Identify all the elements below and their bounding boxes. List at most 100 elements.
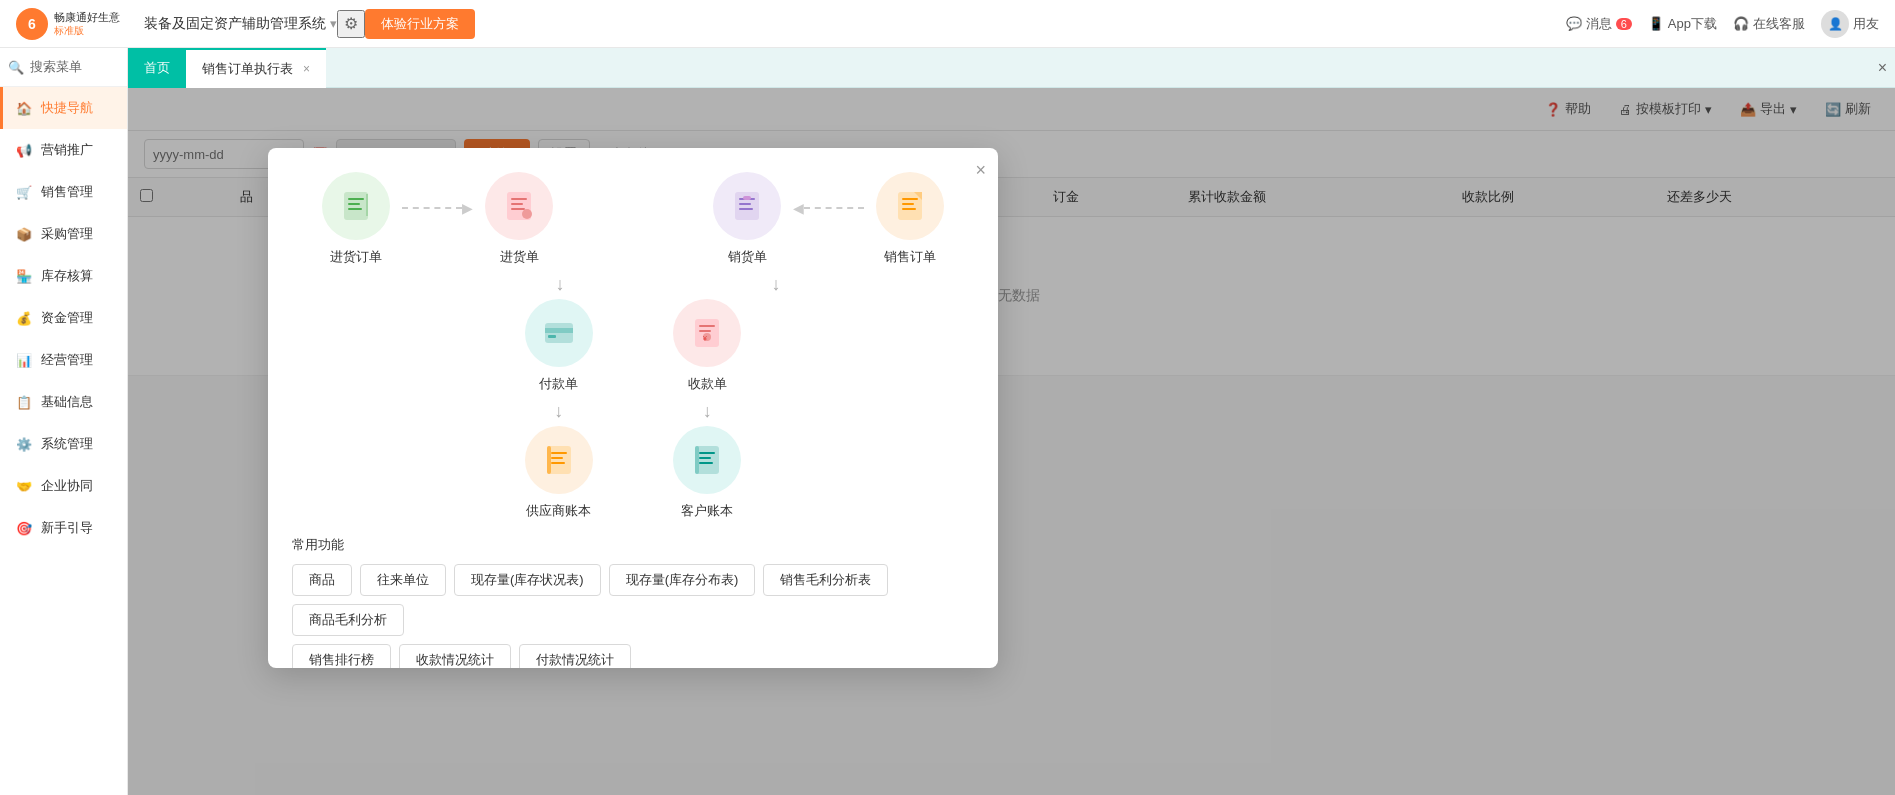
func-receipt-stats[interactable]: 收款情况统计: [399, 644, 511, 668]
headset-icon: 🎧: [1733, 16, 1749, 31]
svg-point-9: [522, 209, 532, 219]
message-btn[interactable]: 💬 消息 6: [1566, 15, 1632, 33]
svg-rect-36: [699, 462, 713, 464]
svg-rect-29: [551, 452, 567, 454]
customer-ledger-label: 客户账本: [681, 502, 733, 520]
enterprise-icon: 🤝: [15, 477, 33, 495]
sidebar-item-purchase[interactable]: 📦 采购管理: [0, 213, 127, 255]
svg-text:¥: ¥: [703, 335, 707, 342]
logo-text: 畅康通好生意 标准版: [54, 10, 120, 37]
experience-btn[interactable]: 体验行业方案: [365, 9, 475, 39]
supplier-ledger-icon: [525, 426, 593, 494]
svg-rect-31: [551, 462, 565, 464]
func-sales-ranking[interactable]: 销售排行榜: [292, 644, 391, 668]
modal-box: × 进货订单: [268, 148, 998, 668]
svg-rect-24: [699, 325, 715, 327]
sidebar-item-operations[interactable]: 📊 经营管理: [0, 339, 127, 381]
modal-overlay[interactable]: × 进货订单: [128, 88, 1895, 795]
tab-bar: 首页 销售订单执行表 × ×: [128, 48, 1895, 88]
purchase-icon: 📦: [15, 225, 33, 243]
func-sales-margin[interactable]: 销售毛利分析表: [763, 564, 888, 596]
sidebar-item-marketing[interactable]: 📢 营销推广: [0, 129, 127, 171]
flow-payment[interactable]: 付款单: [525, 299, 593, 393]
top-bar: 6 畅康通好生意 标准版 装备及固定资产辅助管理系统 ▾ ⚙ 体验行业方案 💬 …: [0, 0, 1895, 48]
svg-rect-22: [548, 335, 556, 338]
dropdown-arrow-icon[interactable]: ▾: [330, 16, 337, 31]
tab-close-icon[interactable]: ×: [303, 62, 310, 76]
main-content: ❓ 帮助 🖨 按模板打印 ▾ 📤 导出 ▾ 🔄: [128, 88, 1895, 795]
svg-rect-14: [743, 196, 751, 200]
tab-home[interactable]: 首页: [128, 48, 186, 88]
customer-ledger-icon: [673, 426, 741, 494]
purchase-order-label: 进货订单: [330, 248, 382, 266]
content-area: 首页 销售订单执行表 × × ❓ 帮助 🖨: [128, 48, 1895, 795]
flow-customer-ledger[interactable]: 客户账本: [673, 426, 741, 520]
svg-rect-21: [545, 328, 573, 333]
common-functions: 常用功能 商品 往来单位 现存量(库存状况表) 现存量(库存分布表) 销售毛利分…: [292, 536, 974, 668]
sales-bill-label: 销货单: [728, 248, 767, 266]
svg-rect-35: [699, 457, 711, 459]
func-stock-status[interactable]: 现存量(库存状况表): [454, 564, 601, 596]
svg-rect-2: [348, 203, 360, 205]
inventory-icon: 🏪: [15, 267, 33, 285]
gear-button[interactable]: ⚙: [337, 10, 365, 38]
logo-area: 6 畅康通好生意 标准版: [16, 8, 136, 40]
receipt-icon: ¥: [673, 299, 741, 367]
sales-order-label: 销售订单: [884, 248, 936, 266]
sidebar-item-guide[interactable]: 🎯 新手引导: [0, 507, 127, 549]
flow-sales-order[interactable]: 销售订单: [876, 172, 944, 266]
finance-icon: 💰: [15, 309, 33, 327]
svg-rect-18: [902, 208, 916, 210]
tab-close-corner[interactable]: ×: [1878, 59, 1887, 77]
flow-sales-bill[interactable]: 销货单: [713, 172, 781, 266]
func-stock-dist[interactable]: 现存量(库存分布表): [609, 564, 756, 596]
sidebar-item-enterprise[interactable]: 🤝 企业协同: [0, 465, 127, 507]
purchase-order-icon: [322, 172, 390, 240]
user-avatar[interactable]: 👤 用友: [1821, 10, 1879, 38]
sales-order-icon: [876, 172, 944, 240]
top-right-area: 💬 消息 6 📱 App下载 🎧 在线客服 👤 用友: [1566, 10, 1879, 38]
sidebar-item-system[interactable]: ⚙️ 系统管理: [0, 423, 127, 465]
flow-receipt[interactable]: ¥ 收款单: [673, 299, 741, 393]
svg-rect-3: [348, 208, 362, 210]
system-icon: ⚙️: [15, 435, 33, 453]
svg-rect-6: [511, 198, 527, 200]
sidebar-item-quick-nav[interactable]: 🏠 快捷导航: [0, 87, 127, 129]
func-counterpart[interactable]: 往来单位: [360, 564, 446, 596]
svg-rect-25: [699, 330, 711, 332]
marketing-icon: 📢: [15, 141, 33, 159]
sidebar-item-sales[interactable]: 🛒 销售管理: [0, 171, 127, 213]
modal-close-btn[interactable]: ×: [975, 160, 986, 181]
svg-rect-0: [344, 192, 368, 220]
func-goods[interactable]: 商品: [292, 564, 352, 596]
common-buttons-row1: 商品 往来单位 现存量(库存状况表) 现存量(库存分布表) 销售毛利分析表 商品…: [292, 564, 974, 636]
func-payment-stats[interactable]: 付款情况统计: [519, 644, 631, 668]
app-download-btn[interactable]: 📱 App下载: [1648, 15, 1717, 33]
phone-icon: 📱: [1648, 16, 1664, 31]
tab-sales-order[interactable]: 销售订单执行表 ×: [186, 48, 326, 88]
svg-rect-16: [902, 198, 918, 200]
func-goods-margin[interactable]: 商品毛利分析: [292, 604, 404, 636]
online-service-btn[interactable]: 🎧 在线客服: [1733, 15, 1805, 33]
receipt-label: 收款单: [688, 375, 727, 393]
flow-supplier-ledger[interactable]: 供应商账本: [525, 426, 593, 520]
sales-icon: 🛒: [15, 183, 33, 201]
svg-rect-17: [902, 203, 914, 205]
svg-rect-12: [739, 203, 751, 205]
svg-marker-4: [366, 194, 368, 216]
message-badge: 6: [1616, 18, 1632, 30]
svg-rect-13: [739, 208, 753, 210]
search-menu[interactable]: 🔍 搜索菜单: [0, 48, 127, 87]
sidebar-item-inventory[interactable]: 🏪 库存核算: [0, 255, 127, 297]
flow-purchase-order[interactable]: 进货订单: [322, 172, 390, 266]
sidebar-item-basic[interactable]: 📋 基础信息: [0, 381, 127, 423]
logo-icon: 6: [16, 8, 48, 40]
system-title: 装备及固定资产辅助管理系统: [144, 15, 326, 33]
svg-rect-32: [547, 446, 551, 474]
flow-purchase-bill[interactable]: 进货单: [485, 172, 553, 266]
message-icon: 💬: [1566, 16, 1582, 31]
svg-rect-7: [511, 203, 523, 205]
svg-rect-1: [348, 198, 364, 200]
search-icon: 🔍: [8, 60, 24, 75]
sidebar-item-finance[interactable]: 💰 资金管理: [0, 297, 127, 339]
